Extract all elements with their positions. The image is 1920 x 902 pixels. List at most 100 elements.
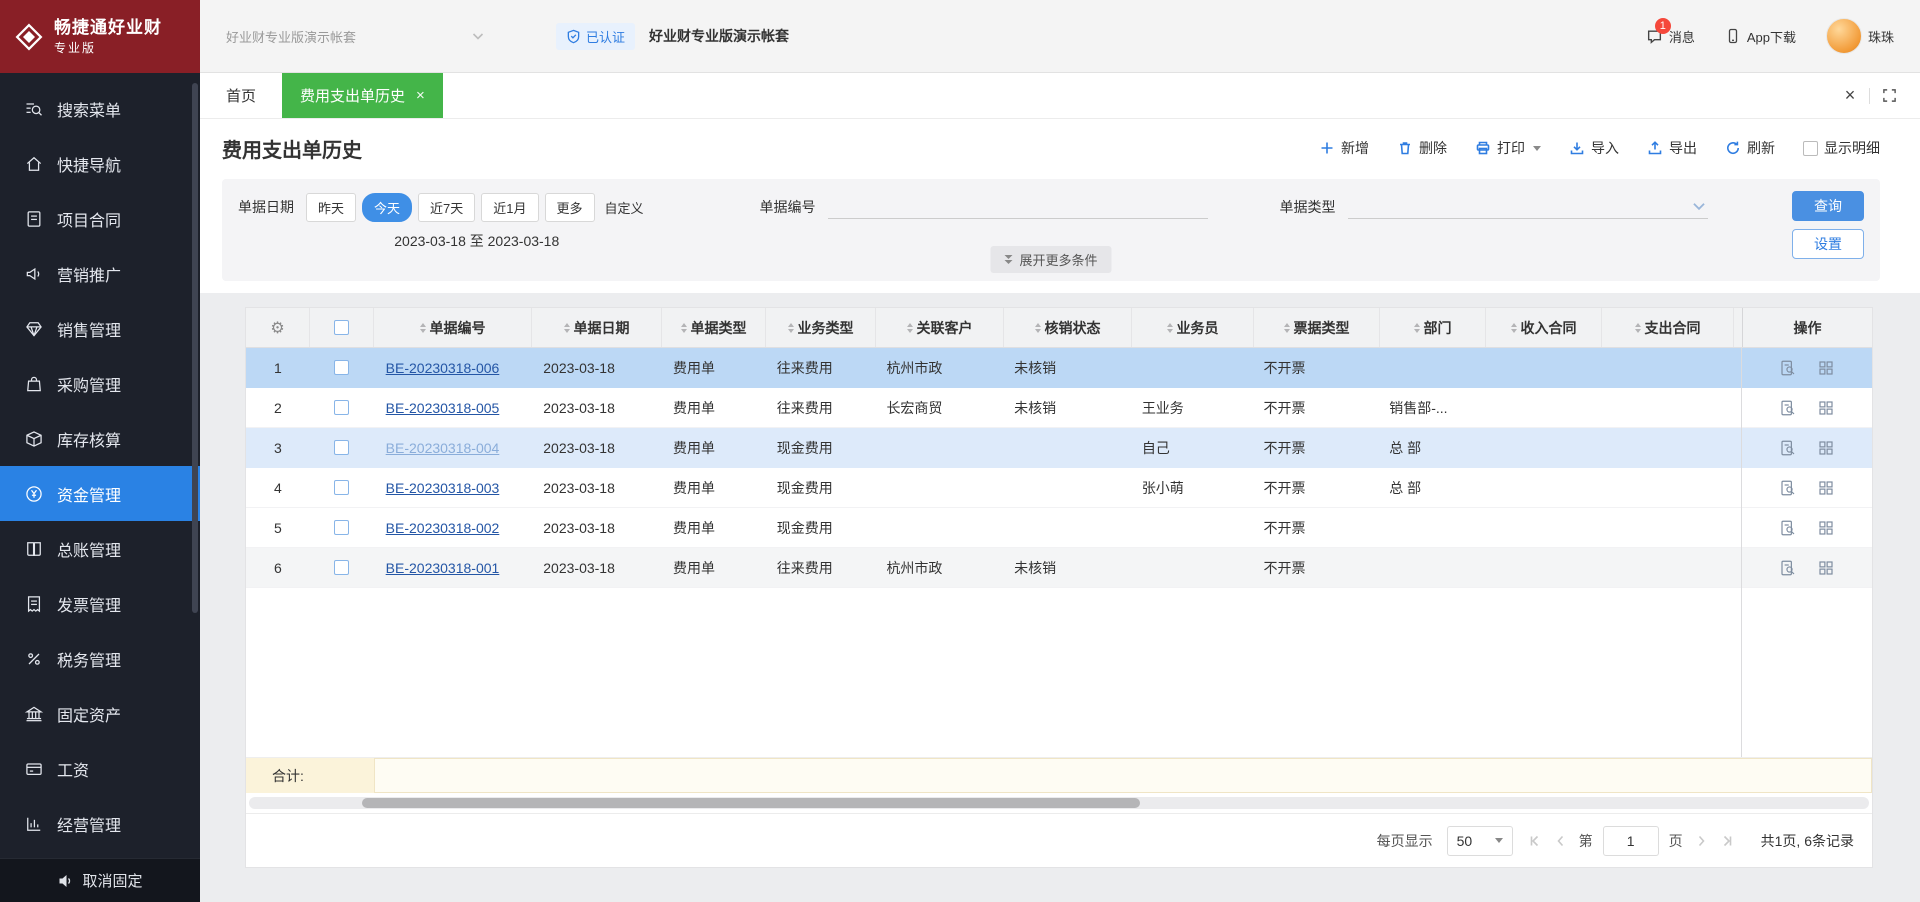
custom-range-link[interactable]: 自定义 xyxy=(601,194,648,221)
horizontal-scrollbar-thumb[interactable] xyxy=(362,798,1140,808)
row-checkbox[interactable] xyxy=(334,560,350,575)
sidebar-item[interactable]: 项目合同 xyxy=(0,191,200,246)
related-docs-icon[interactable] xyxy=(1817,519,1835,537)
related-docs-icon[interactable] xyxy=(1817,479,1835,497)
account-selector[interactable]: 好业财专业版演示帐套 xyxy=(226,27,486,46)
sidebar-item[interactable]: 库存核算 xyxy=(0,411,200,466)
col-header-biz-type[interactable]: 业务类型 xyxy=(766,308,876,347)
related-docs-icon[interactable] xyxy=(1817,399,1835,417)
date-range-chip[interactable]: 近7天 xyxy=(418,193,476,222)
sidebar-item[interactable]: 固定资产 xyxy=(0,686,200,741)
expand-more-button[interactable]: 展开更多条件 xyxy=(990,246,1112,273)
doc-type-select[interactable] xyxy=(1347,193,1708,219)
related-docs-icon[interactable] xyxy=(1817,359,1835,377)
row-checkbox[interactable] xyxy=(334,520,350,535)
row-checkbox[interactable] xyxy=(334,480,350,495)
table-row[interactable]: 6 BE-20230318-001 2023-03-18 费用单 往来费用 杭州… xyxy=(246,548,1872,588)
sidebar-item[interactable]: 发票管理 xyxy=(0,576,200,631)
fullscreen-icon[interactable] xyxy=(1872,81,1906,111)
tab-close-icon[interactable]: × xyxy=(416,87,425,104)
col-header-doc-no[interactable]: 单据编号 xyxy=(374,308,532,347)
col-header-doc-type[interactable]: 单据类型 xyxy=(662,308,766,347)
preview-icon[interactable] xyxy=(1779,359,1797,377)
sidebar-item[interactable]: 销售管理 xyxy=(0,301,200,356)
page-number-input[interactable] xyxy=(1602,825,1659,856)
export-button[interactable]: 导出 xyxy=(1647,138,1697,158)
row-checkbox[interactable] xyxy=(334,440,350,455)
doc-no-input[interactable] xyxy=(827,193,1208,219)
messages-button[interactable]: 1 消息 xyxy=(1646,17,1695,46)
date-range-chip[interactable]: 昨天 xyxy=(306,193,357,222)
sidebar-item[interactable]: 出纳管理 xyxy=(0,851,200,858)
doc-no-link[interactable]: BE-20230318-006 xyxy=(386,360,500,376)
sidebar-item[interactable]: 总账管理 xyxy=(0,521,200,576)
filter-doc-no-group: 单据编号 xyxy=(760,193,1208,251)
col-header-date[interactable]: 单据日期 xyxy=(532,308,662,347)
sidebar-item[interactable]: 采购管理 xyxy=(0,356,200,411)
col-header-department[interactable]: 部门 xyxy=(1380,308,1486,347)
sidebar-item[interactable]: 税务管理 xyxy=(0,631,200,686)
table-row[interactable]: 3 BE-20230318-004 2023-03-18 费用单 现金费用 自己… xyxy=(246,428,1872,468)
tab-home[interactable]: 首页 xyxy=(200,73,282,118)
row-checkbox[interactable] xyxy=(334,360,350,375)
date-range-chip[interactable]: 近1月 xyxy=(481,193,539,222)
table-row[interactable]: 1 BE-20230318-006 2023-03-18 费用单 往来费用 杭州… xyxy=(246,348,1872,388)
col-header-salesman[interactable]: 业务员 xyxy=(1132,308,1254,347)
col-header-bill-type[interactable]: 票据类型 xyxy=(1254,308,1380,347)
preview-icon[interactable] xyxy=(1779,519,1797,537)
delete-button[interactable]: 删除 xyxy=(1397,138,1447,158)
preview-icon[interactable] xyxy=(1779,479,1797,497)
sidebar-scrollbar[interactable] xyxy=(192,83,198,613)
sidebar-item[interactable]: 快捷导航 xyxy=(0,136,200,191)
col-header-verify-status[interactable]: 核销状态 xyxy=(1004,308,1132,347)
col-header-income-contract[interactable]: 收入合同 xyxy=(1486,308,1602,347)
row-checkbox[interactable] xyxy=(334,400,350,415)
table-row[interactable]: 2 BE-20230318-005 2023-03-18 费用单 往来费用 长宏… xyxy=(246,388,1872,428)
sort-icon xyxy=(419,322,426,333)
table-row[interactable]: 4 BE-20230318-003 2023-03-18 费用单 现金费用 张小… xyxy=(246,468,1872,508)
print-button[interactable]: 打印 xyxy=(1475,138,1541,158)
sidebar-item[interactable]: 营销推广 xyxy=(0,246,200,301)
select-all-header[interactable] xyxy=(310,308,374,347)
doc-no-link[interactable]: BE-20230318-002 xyxy=(386,520,500,536)
select-all-checkbox[interactable] xyxy=(334,320,349,335)
refresh-button[interactable]: 刷新 xyxy=(1725,138,1775,158)
date-range-chip[interactable]: 今天 xyxy=(362,193,413,222)
show-detail-checkbox[interactable] xyxy=(1803,140,1818,156)
search-button[interactable]: 查询 xyxy=(1792,191,1864,221)
import-button[interactable]: 导入 xyxy=(1569,138,1619,158)
last-page-icon[interactable] xyxy=(1719,833,1735,849)
prev-page-icon[interactable] xyxy=(1553,833,1569,849)
first-page-icon[interactable] xyxy=(1527,833,1543,849)
add-button[interactable]: 新增 xyxy=(1319,138,1369,158)
preview-icon[interactable] xyxy=(1779,559,1797,577)
data-grid: ⚙ 单据编号 单据日期 单据类型 业务类型 关联客户 核销状态 业务员 票据类型… xyxy=(245,307,1873,868)
col-header-expense-contract[interactable]: 支出合同 xyxy=(1602,308,1734,347)
preview-icon[interactable] xyxy=(1779,399,1797,417)
user-menu[interactable]: 珠珠 xyxy=(1825,18,1894,54)
table-row[interactable]: 5 BE-20230318-002 2023-03-18 费用单 现金费用 不开… xyxy=(246,508,1872,548)
next-page-icon[interactable] xyxy=(1693,833,1709,849)
tab-expense-history[interactable]: 费用支出单历史 × xyxy=(282,73,443,118)
per-page-select[interactable]: 50 xyxy=(1446,825,1513,856)
settings-button[interactable]: 设置 xyxy=(1792,229,1864,259)
related-docs-icon[interactable] xyxy=(1817,559,1835,577)
sidebar-item[interactable]: 经营管理 xyxy=(0,796,200,851)
unpin-sidebar-button[interactable]: 取消固定 xyxy=(0,858,200,902)
close-all-icon[interactable]: × xyxy=(1833,81,1867,111)
sidebar-item[interactable]: 资金管理 xyxy=(0,466,200,521)
doc-no-link[interactable]: BE-20230318-005 xyxy=(386,400,500,416)
col-header-customer[interactable]: 关联客户 xyxy=(876,308,1004,347)
doc-no-link[interactable]: BE-20230318-004 xyxy=(386,440,500,456)
app-download-button[interactable]: App下载 xyxy=(1725,27,1796,46)
date-range-chip[interactable]: 更多 xyxy=(544,193,595,222)
doc-no-link[interactable]: BE-20230318-003 xyxy=(386,480,500,496)
preview-icon[interactable] xyxy=(1779,439,1797,457)
show-detail-toggle[interactable]: 显示明细 xyxy=(1803,138,1880,158)
date-range-value[interactable]: 2023-03-18 至 2023-03-18 xyxy=(306,231,648,251)
column-settings-header[interactable]: ⚙ xyxy=(246,308,310,347)
sidebar-item[interactable]: 工资 xyxy=(0,741,200,796)
doc-no-link[interactable]: BE-20230318-001 xyxy=(386,560,500,576)
sidebar-item[interactable]: 搜索菜单 xyxy=(0,81,200,136)
related-docs-icon[interactable] xyxy=(1817,439,1835,457)
